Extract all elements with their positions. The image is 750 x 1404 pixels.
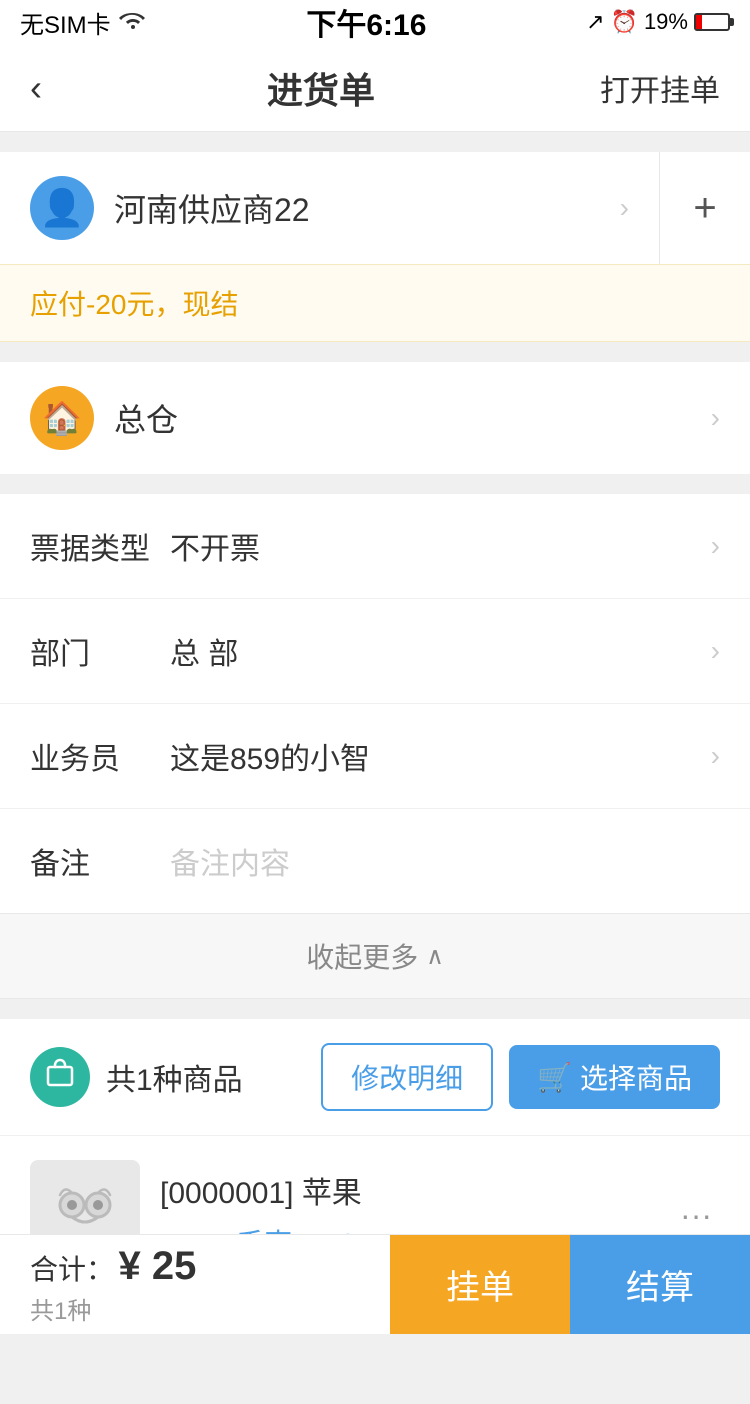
department-label: 部门 bbox=[30, 629, 170, 673]
shopping-bag-icon bbox=[44, 1057, 76, 1097]
department-row[interactable]: 部门 总 部 › bbox=[0, 599, 750, 704]
salesperson-label: 业务员 bbox=[30, 734, 170, 778]
gap-3 bbox=[0, 474, 750, 494]
total-label: 合计： bbox=[30, 1254, 114, 1285]
edit-detail-button[interactable]: 修改明细 bbox=[321, 1043, 493, 1111]
hang-button[interactable]: 挂单 bbox=[390, 1235, 570, 1334]
alarm-icon: ⏰ bbox=[611, 9, 638, 35]
department-value: 总 部 bbox=[170, 629, 711, 673]
total-section: 合计： ¥ 25 共1种 bbox=[0, 1235, 390, 1334]
supplier-selector[interactable]: 👤 河南供应商22 › bbox=[0, 152, 660, 264]
warehouse-icon-wrap: 🏠 bbox=[30, 386, 94, 450]
location-icon: ↗ bbox=[586, 9, 604, 35]
remark-placeholder: 备注内容 bbox=[170, 839, 720, 883]
chevron-right-icon: › bbox=[711, 635, 720, 667]
wifi-icon bbox=[119, 8, 147, 36]
collapse-button[interactable]: 收起更多 ∧ bbox=[0, 913, 750, 999]
nav-bar: ‹ 进货单 打开挂单 bbox=[0, 44, 750, 132]
supplier-section: 👤 河南供应商22 › + bbox=[0, 152, 750, 264]
select-label: 选择商品 bbox=[580, 1057, 692, 1097]
total-sub: 共1种 bbox=[30, 1291, 360, 1326]
remark-row[interactable]: 备注 备注内容 bbox=[0, 809, 750, 913]
chevron-right-icon: › bbox=[711, 740, 720, 772]
status-bar: 无SIM卡 下午6:16 ↗ ⏰ 19% bbox=[0, 0, 750, 44]
gap-4 bbox=[0, 999, 750, 1019]
page-title: 进货单 bbox=[267, 62, 375, 114]
invoice-type-value: 不开票 bbox=[170, 524, 711, 568]
product-code: [0000001] bbox=[160, 1177, 293, 1210]
total-row: 合计： ¥ 25 bbox=[30, 1244, 360, 1289]
supplier-name: 河南供应商22 bbox=[114, 185, 620, 231]
total-amount: ¥ 25 bbox=[118, 1244, 196, 1288]
person-icon: 👤 bbox=[40, 187, 85, 229]
products-icon-wrap bbox=[30, 1047, 90, 1107]
bottom-bar: 合计： ¥ 25 共1种 挂单 结算 bbox=[0, 1234, 750, 1334]
chevron-right-icon: › bbox=[711, 530, 720, 562]
gap-1 bbox=[0, 132, 750, 152]
remark-label: 备注 bbox=[30, 839, 170, 883]
chevron-up-icon: ∧ bbox=[426, 942, 444, 971]
warehouse-selector[interactable]: 🏠 总仓 › bbox=[0, 362, 750, 474]
form-section: 票据类型 不开票 › 部门 总 部 › 业务员 这是859的小智 › 备注 备注… bbox=[0, 494, 750, 913]
info-banner: 应付-20元，现结 bbox=[0, 264, 750, 342]
chevron-right-icon: › bbox=[620, 192, 629, 224]
status-icons: ↗ ⏰ 19% bbox=[586, 9, 730, 35]
salesperson-value: 这是859的小智 bbox=[170, 734, 711, 778]
products-count-text: 共1种商品 bbox=[106, 1055, 321, 1099]
salesperson-row[interactable]: 业务员 这是859的小智 › bbox=[0, 704, 750, 809]
add-supplier-button[interactable]: + bbox=[660, 152, 750, 264]
open-hang-button[interactable]: 打开挂单 bbox=[600, 66, 720, 110]
checkout-button[interactable]: 结算 bbox=[570, 1235, 750, 1334]
products-header: 共1种商品 修改明细 🛒 选择商品 bbox=[0, 1019, 750, 1136]
product-name: [0000001] 苹果 bbox=[160, 1168, 652, 1212]
back-button[interactable]: ‹ bbox=[30, 67, 42, 109]
status-time: 下午6:16 bbox=[306, 0, 426, 44]
status-carrier: 无SIM卡 bbox=[20, 5, 147, 40]
warehouse-name: 总仓 bbox=[114, 395, 711, 441]
invoice-type-label: 票据类型 bbox=[30, 524, 170, 568]
warehouse-icon: 🏠 bbox=[42, 399, 82, 437]
battery-icon bbox=[694, 13, 730, 31]
cart-icon: 🛒 bbox=[537, 1061, 572, 1094]
supplier-avatar: 👤 bbox=[30, 176, 94, 240]
select-product-button[interactable]: 🛒 选择商品 bbox=[509, 1045, 720, 1109]
chevron-right-icon: › bbox=[711, 402, 720, 434]
invoice-type-row[interactable]: 票据类型 不开票 › bbox=[0, 494, 750, 599]
collapse-text: 收起更多 bbox=[306, 936, 418, 976]
gap-2 bbox=[0, 342, 750, 362]
product-title: 苹果 bbox=[302, 1177, 362, 1210]
carrier-text: 无SIM卡 bbox=[20, 5, 111, 40]
battery-text: 19% bbox=[644, 9, 688, 35]
